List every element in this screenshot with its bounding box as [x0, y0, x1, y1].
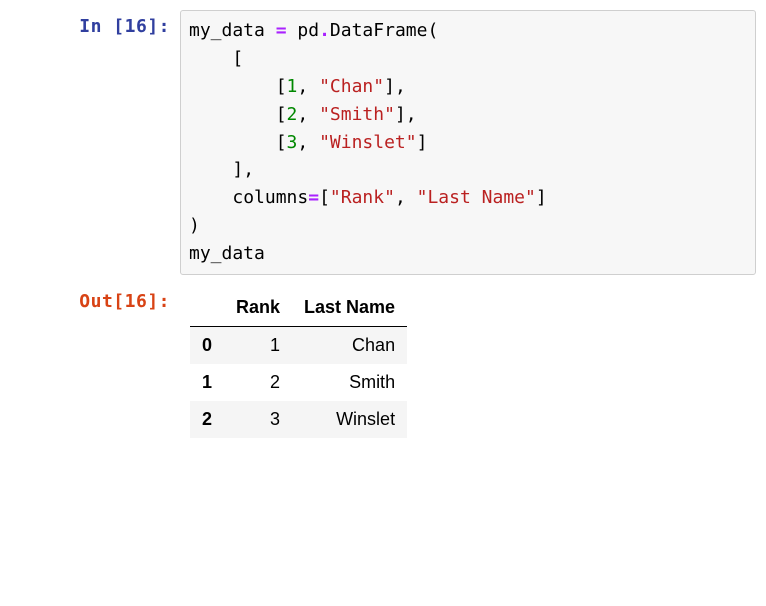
dataframe-table: Rank Last Name 0 1 Chan 1 2 Smith 2 3	[190, 289, 407, 438]
table-row: 2 3 Winslet	[190, 401, 407, 438]
code-columns-kw: columns	[232, 187, 308, 208]
code-str-chan: "Chan"	[319, 76, 384, 97]
output-cell: Rank Last Name 0 1 Chan 1 2 Smith 2 3	[180, 285, 756, 438]
table-cell: Chan	[292, 327, 407, 365]
code-eq2: =	[308, 187, 319, 208]
code-rbracket: ]	[536, 187, 547, 208]
code-comma: ,	[297, 76, 308, 97]
code-cell[interactable]: my_data = pd.DataFrame( [ [1, "Chan"], […	[180, 10, 756, 275]
table-header-row: Rank Last Name	[190, 289, 407, 327]
code-rbracket: ]	[384, 76, 395, 97]
code-str-winslet: "Winslet"	[319, 132, 417, 153]
table-col-lastname: Last Name	[292, 289, 407, 327]
code-num-1: 1	[287, 76, 298, 97]
input-row: In [16]: my_data = pd.DataFrame( [ [1, "…	[10, 10, 756, 275]
output-prompt: Out[16]:	[10, 285, 180, 312]
code-lparen: (	[427, 20, 438, 41]
code-col-rank: "Rank"	[330, 187, 395, 208]
table-corner	[190, 289, 224, 327]
code-str-smith: "Smith"	[319, 104, 395, 125]
code-lbracket: [	[232, 48, 243, 69]
code-comma: ,	[297, 132, 308, 153]
table-cell: Winslet	[292, 401, 407, 438]
code-comma: ,	[395, 76, 406, 97]
code-rparen: )	[189, 215, 200, 236]
code-dot: .	[319, 20, 330, 41]
table-col-rank: Rank	[224, 289, 292, 327]
code-num-2: 2	[287, 104, 298, 125]
table-index: 1	[190, 364, 224, 401]
code-num-3: 3	[287, 132, 298, 153]
code-eq: =	[276, 20, 287, 41]
code-comma: ,	[243, 159, 254, 180]
table-cell: 3	[224, 401, 292, 438]
code-rbracket: ]	[395, 104, 406, 125]
table-row: 0 1 Chan	[190, 327, 407, 365]
table-row: 1 2 Smith	[190, 364, 407, 401]
code-lbracket: [	[276, 76, 287, 97]
table-cell: Smith	[292, 364, 407, 401]
input-prompt: In [16]:	[10, 10, 180, 37]
code-lbracket: [	[276, 104, 287, 125]
output-row: Out[16]: Rank Last Name 0 1 Chan 1 2	[10, 285, 756, 438]
code-var: my_data	[189, 20, 265, 41]
code-dataframe: DataFrame	[330, 20, 428, 41]
code-comma: ,	[406, 104, 417, 125]
code-comma: ,	[297, 104, 308, 125]
table-index: 0	[190, 327, 224, 365]
code-rbracket: ]	[232, 159, 243, 180]
code-lbracket: [	[276, 132, 287, 153]
code-comma: ,	[395, 187, 406, 208]
code-pd: pd	[297, 20, 319, 41]
table-cell: 1	[224, 327, 292, 365]
code-col-lastname: "Last Name"	[417, 187, 536, 208]
code-lastline: my_data	[189, 243, 265, 264]
table-index: 2	[190, 401, 224, 438]
table-cell: 2	[224, 364, 292, 401]
code-rbracket: ]	[417, 132, 428, 153]
code-lbracket: [	[319, 187, 330, 208]
